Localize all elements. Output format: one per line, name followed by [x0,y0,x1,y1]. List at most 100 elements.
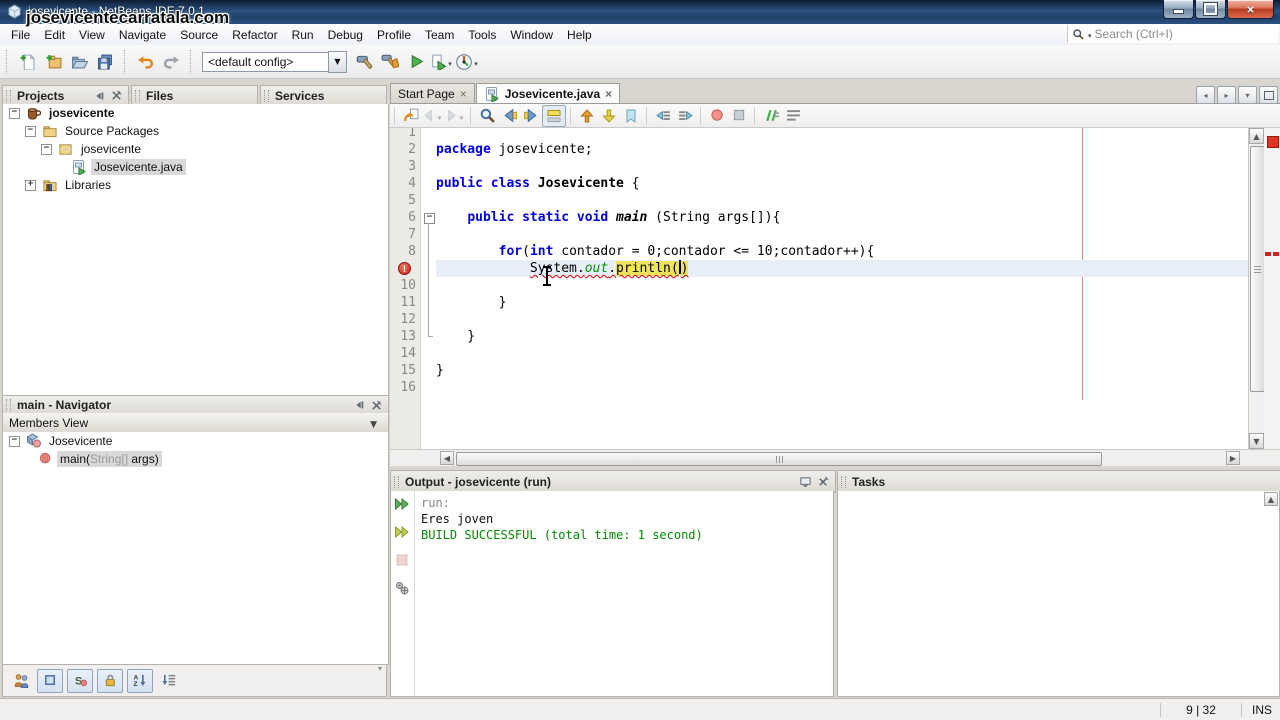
explorer-header-files[interactable]: Files [131,85,258,106]
undo-button[interactable] [132,49,158,75]
expander-minus-icon[interactable]: − [9,107,20,119]
code-line[interactable]: public class Josevicente { [436,175,1248,192]
code-line[interactable]: package josevicente; [436,141,1248,158]
back-button[interactable]: ▾ [422,106,444,126]
comment-button[interactable] [760,106,782,126]
sort-source-filter-button[interactable] [157,670,181,692]
error-stripe[interactable] [1264,128,1280,449]
toggle-bookmark-button[interactable] [620,106,642,126]
close-tab-icon[interactable]: × [460,88,467,100]
code-line[interactable] [436,311,1248,328]
open-project-button[interactable] [66,49,92,75]
find-selection-button[interactable] [476,106,498,126]
scroll-tabs-right-button[interactable]: ▸ [1217,86,1236,104]
code-line[interactable] [436,379,1248,396]
project-tree-item[interactable]: − josevicente [3,140,388,158]
code-line[interactable] [436,226,1248,243]
fold-collapse-icon[interactable]: − [424,213,435,224]
dock-icon[interactable] [353,399,365,411]
minimize-button[interactable] [1163,0,1194,19]
stop-run-button[interactable] [390,549,414,571]
minimize-window-icon[interactable] [799,476,812,488]
menu-help[interactable]: Help [560,26,599,44]
run-project-button[interactable] [403,49,429,75]
code-line[interactable]: } [436,294,1248,311]
project-tree-item[interactable]: − Source Packages [3,122,388,140]
horizontal-scrollbar[interactable]: ◀ ▶ [390,449,1280,466]
error-badge-icon[interactable]: ! [398,262,411,275]
menu-navigate[interactable]: Navigate [112,26,173,44]
code-line[interactable]: } [436,328,1248,345]
dock-icon[interactable] [93,90,105,102]
output-console[interactable]: run: Eres joven BUILD SUCCESSFUL (total ti… [390,491,834,697]
close-window-icon[interactable] [818,476,829,487]
quick-search[interactable]: ▾ Search (Ctrl+I) [1067,25,1278,43]
build-button[interactable] [351,49,377,75]
vertical-scroll-thumb[interactable] [1250,146,1265,392]
title-bar[interactable]: josevicente - NetBeans IDE 7.0.1 josevic… [0,0,1280,27]
vertical-scrollbar[interactable]: ▲ ▼ [1248,128,1265,449]
project-tree-item[interactable]: − josevicente [3,104,388,122]
menu-view[interactable]: View [72,26,112,44]
menu-profile[interactable]: Profile [370,26,418,44]
code-line[interactable]: public static void main (String args[]){ [436,209,1248,226]
shift-left-button[interactable] [652,106,674,126]
expander-plus-icon[interactable]: + [25,179,36,191]
output-header[interactable]: Output - josevicente (run) [390,470,836,493]
code-line[interactable]: System.out.println() [436,260,1248,277]
scroll-right-button[interactable]: ▶ [1226,451,1240,465]
uncomment-button[interactable] [782,106,804,126]
explorer-header-projects[interactable]: Projects [2,85,129,106]
next-occurrence-button[interactable] [598,106,620,126]
menu-refactor[interactable]: Refactor [225,26,284,44]
code-line[interactable] [436,192,1248,209]
new-project-button[interactable] [40,49,66,75]
menu-tools[interactable]: Tools [461,26,503,44]
project-tree-item[interactable]: + Libraries [3,176,388,194]
code-line[interactable]: for(int contador = 0;contador <= 10;cont… [436,243,1248,260]
close-button[interactable]: × [1227,0,1274,19]
menu-edit[interactable]: Edit [37,26,72,44]
rerun-button[interactable] [390,493,414,515]
debug-project-button[interactable]: ▾ [429,49,455,75]
scroll-tabs-left-button[interactable]: ◂ [1196,86,1215,104]
code-line[interactable] [436,277,1248,294]
menu-file[interactable]: File [4,26,37,44]
scroll-up-button[interactable]: ▲ [1249,128,1264,144]
members-view-selector[interactable]: Members View ▼ [2,413,389,433]
rerun-alt-button[interactable] [390,521,414,543]
navigator-header[interactable]: main - Navigator [2,395,389,415]
close-panel-icon[interactable] [371,400,382,411]
profile-project-button[interactable]: ▾ [455,49,481,75]
maximize-button[interactable] [1195,0,1226,19]
macro-record-button[interactable] [706,106,728,126]
new-file-button[interactable] [14,49,40,75]
scroll-left-button[interactable]: ◀ [440,451,454,465]
expander-minus-icon[interactable]: − [41,143,52,155]
show-non-public-filter-button[interactable] [97,668,123,693]
code-area[interactable]: package josevicente; public class Josevic… [436,128,1248,449]
config-combo[interactable]: <default config> ▼ [202,50,347,73]
prev-occurrence-button[interactable] [576,106,598,126]
find-next-button[interactable] [520,106,542,126]
menu-source[interactable]: Source [173,26,225,44]
menu-team[interactable]: Team [418,26,461,44]
tab-list-dropdown-button[interactable]: ▾ [1238,86,1257,104]
tasks-panel[interactable]: ▲ [837,491,1280,697]
navigator-tree-item[interactable]: − Josevicente [3,432,388,450]
navigator-tree-item[interactable]: main(String[] args) [3,450,388,468]
clean-build-button[interactable] [377,49,403,75]
maximize-editor-button[interactable] [1259,86,1278,104]
show-fields-filter-button[interactable] [37,668,63,693]
scroll-down-button[interactable]: ▼ [1249,433,1264,449]
show-static-filter-button[interactable]: S [67,668,93,693]
macro-stop-button[interactable] [728,106,750,126]
tasks-scroll-up-button[interactable]: ▲ [1264,492,1278,506]
code-editor[interactable]: 1 2 3 4 5 6 7 8! 10 11 12 13 14 15 16 − package josevi… [390,128,1248,449]
output-text[interactable]: run: Eres joven BUILD SUCCESSFUL (total ti… [421,495,703,543]
code-line[interactable] [436,345,1248,362]
explorer-header-services[interactable]: Services [260,85,387,106]
code-line[interactable] [436,128,1248,141]
highlight-toggle-button[interactable] [542,104,566,127]
tasks-header[interactable]: Tasks [837,470,1280,493]
